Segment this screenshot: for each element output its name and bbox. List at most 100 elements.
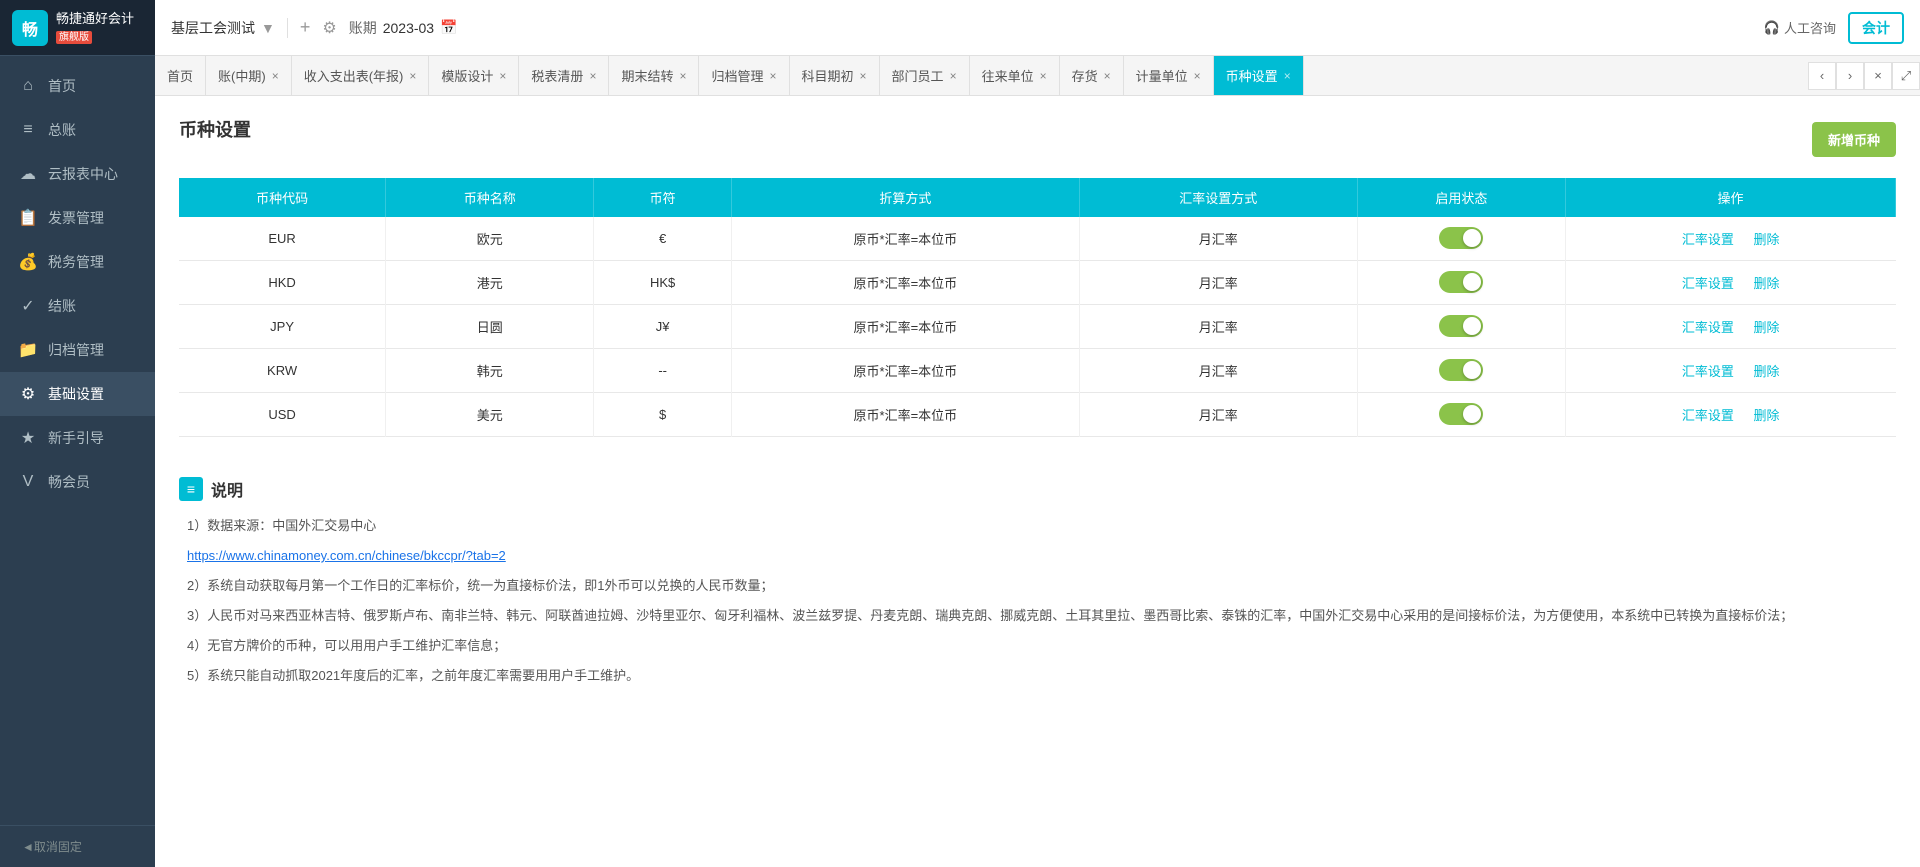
rate-setting-link[interactable]: 汇率设置 <box>1682 232 1734 247</box>
tab-subject-init[interactable]: 科目期初 × <box>790 56 880 96</box>
company-selector[interactable]: 基层工会测试 ▼ <box>171 18 275 38</box>
cell-name: 韩元 <box>386 349 594 393</box>
cell-status <box>1357 349 1565 393</box>
sidebar-item-home[interactable]: ⌂ 首页 <box>0 64 155 108</box>
cell-calc-method: 原币*汇率=本位币 <box>732 349 1080 393</box>
cell-code: JPY <box>179 305 386 349</box>
page-title: 币种设置 <box>179 116 251 142</box>
tab-close-icon[interactable]: × <box>272 69 279 83</box>
col-header-rate-method: 汇率设置方式 <box>1079 178 1357 217</box>
toggle-enabled[interactable] <box>1439 403 1483 425</box>
delete-link[interactable]: 删除 <box>1754 276 1780 291</box>
tab-close-icon[interactable]: × <box>409 69 416 83</box>
currency-table: 币种代码 币种名称 币符 折算方式 汇率设置方式 启用状态 操作 EUR 欧元 … <box>179 178 1896 437</box>
sidebar-item-checkout[interactable]: ✓ 结账 <box>0 284 155 328</box>
tab-expand-button[interactable]: ⤢ <box>1892 62 1920 90</box>
col-header-status: 启用状态 <box>1357 178 1565 217</box>
tab-archive[interactable]: 归档管理 × <box>699 56 789 96</box>
sidebar-item-settings[interactable]: ⚙ 基础设置 <box>0 372 155 416</box>
cell-name: 美元 <box>386 393 594 437</box>
tab-template-design[interactable]: 模版设计 × <box>429 56 519 96</box>
note-section: ≡ 说明 1）数据来源：中国外汇交易中心https://www.chinamon… <box>179 477 1896 689</box>
cell-code: KRW <box>179 349 386 393</box>
toggle-enabled[interactable] <box>1439 271 1483 293</box>
note-item: 3）人民币对马来西亚林吉特、俄罗斯卢布、南非兰特、韩元、阿联酋迪拉姆、沙特里亚尔… <box>187 603 1896 629</box>
cloud-icon: ☁ <box>18 164 38 184</box>
archive-icon: 📁 <box>18 340 38 360</box>
note-item: 5）系统只能自动抓取2021年度后的汇率，之前年度汇率需要用用户手工维护。 <box>187 663 1896 689</box>
settings-icon: ⚙ <box>18 384 38 404</box>
cell-rate-method: 月汇率 <box>1079 349 1357 393</box>
rate-setting-link[interactable]: 汇率设置 <box>1682 408 1734 423</box>
sidebar-item-member[interactable]: V 畅会员 <box>0 460 155 504</box>
toggle-thumb <box>1463 317 1481 335</box>
delete-link[interactable]: 删除 <box>1754 320 1780 335</box>
delete-link[interactable]: 删除 <box>1754 364 1780 379</box>
tab-contacts[interactable]: 往来单位 × <box>970 56 1060 96</box>
tab-close-all-button[interactable]: × <box>1864 62 1892 90</box>
tab-close-icon[interactable]: × <box>1040 69 1047 83</box>
toggle-track <box>1439 403 1483 425</box>
toggle-enabled[interactable] <box>1439 359 1483 381</box>
delete-link[interactable]: 删除 <box>1754 232 1780 247</box>
sidebar-item-archive[interactable]: 📁 归档管理 <box>0 328 155 372</box>
tab-unit[interactable]: 计量单位 × <box>1124 56 1214 96</box>
account-button[interactable]: 会计 <box>1848 12 1904 44</box>
delete-link[interactable]: 删除 <box>1754 408 1780 423</box>
rate-setting-link[interactable]: 汇率设置 <box>1682 364 1734 379</box>
checkout-icon: ✓ <box>18 296 38 316</box>
sidebar-item-ledger[interactable]: ≡ 总账 <box>0 108 155 152</box>
tab-inventory[interactable]: 存货 × <box>1060 56 1124 96</box>
table-row: USD 美元 $ 原币*汇率=本位币 月汇率 汇率设置 删除 <box>179 393 1896 437</box>
tab-period-end[interactable]: 期末结转 × <box>609 56 699 96</box>
tab-close-active-icon[interactable]: × <box>1284 69 1291 83</box>
tab-close-icon[interactable]: × <box>589 69 596 83</box>
tab-account-period[interactable]: 账(中期) × <box>206 56 292 96</box>
toggle-enabled[interactable] <box>1439 315 1483 337</box>
guide-icon: ★ <box>18 428 38 448</box>
rate-setting-link[interactable]: 汇率设置 <box>1682 320 1734 335</box>
tab-close-icon[interactable]: × <box>770 69 777 83</box>
toggle-thumb <box>1463 273 1481 291</box>
tab-close-icon[interactable]: × <box>1104 69 1111 83</box>
sidebar-item-reports[interactable]: ☁ 云报表中心 <box>0 152 155 196</box>
headset-icon: 🎧 <box>1764 20 1780 36</box>
settings-gear-button[interactable]: ⚙ <box>322 18 336 38</box>
tabbar-arrows: ‹ › × ⤢ <box>1808 62 1920 90</box>
cell-status <box>1357 217 1565 261</box>
sidebar-pin-toggle[interactable]: ◄取消固定 <box>0 825 155 867</box>
content-area: 币种设置 新增币种 币种代码 币种名称 币符 折算方式 汇率设置方式 启用状态 … <box>155 96 1920 867</box>
toggle-track <box>1439 359 1483 381</box>
tab-next-button[interactable]: › <box>1836 62 1864 90</box>
note-item: 1）数据来源：中国外汇交易中心 <box>187 513 1896 539</box>
toggle-track <box>1439 227 1483 249</box>
new-currency-button[interactable]: 新增币种 <box>1812 122 1896 157</box>
calendar-icon[interactable]: 📅 <box>440 19 457 36</box>
sidebar-item-invoice[interactable]: 📋 发票管理 <box>0 196 155 240</box>
tab-department[interactable]: 部门员工 × <box>880 56 970 96</box>
toggle-track <box>1439 315 1483 337</box>
table-row: HKD 港元 HK$ 原币*汇率=本位币 月汇率 汇率设置 删除 <box>179 261 1896 305</box>
tab-close-icon[interactable]: × <box>679 69 686 83</box>
tab-close-icon[interactable]: × <box>860 69 867 83</box>
note-link[interactable]: https://www.chinamoney.com.cn/chinese/bk… <box>187 548 506 563</box>
logo-text: 畅捷通好会计 旗舰版 <box>56 11 134 45</box>
note-icon: ≡ <box>179 477 203 501</box>
sidebar-item-tax[interactable]: 💰 税务管理 <box>0 240 155 284</box>
service-button[interactable]: 🎧 人工咨询 <box>1764 18 1836 37</box>
cell-code: HKD <box>179 261 386 305</box>
tab-close-icon[interactable]: × <box>499 69 506 83</box>
note-item: 4）无官方牌价的币种，可以用用户手工维护汇率信息； <box>187 633 1896 659</box>
sidebar-item-guide[interactable]: ★ 新手引导 <box>0 416 155 460</box>
tab-prev-button[interactable]: ‹ <box>1808 62 1836 90</box>
tab-close-icon[interactable]: × <box>1194 69 1201 83</box>
toggle-enabled[interactable] <box>1439 227 1483 249</box>
cell-rate-method: 月汇率 <box>1079 305 1357 349</box>
tab-tax-table[interactable]: 税表清册 × <box>519 56 609 96</box>
tab-close-icon[interactable]: × <box>950 69 957 83</box>
tab-income-report[interactable]: 收入支出表(年报) × <box>292 56 430 96</box>
tab-home[interactable]: 首页 <box>155 56 206 96</box>
tab-currency[interactable]: 币种设置 × <box>1214 56 1304 96</box>
add-company-button[interactable]: + <box>300 17 311 38</box>
rate-setting-link[interactable]: 汇率设置 <box>1682 276 1734 291</box>
